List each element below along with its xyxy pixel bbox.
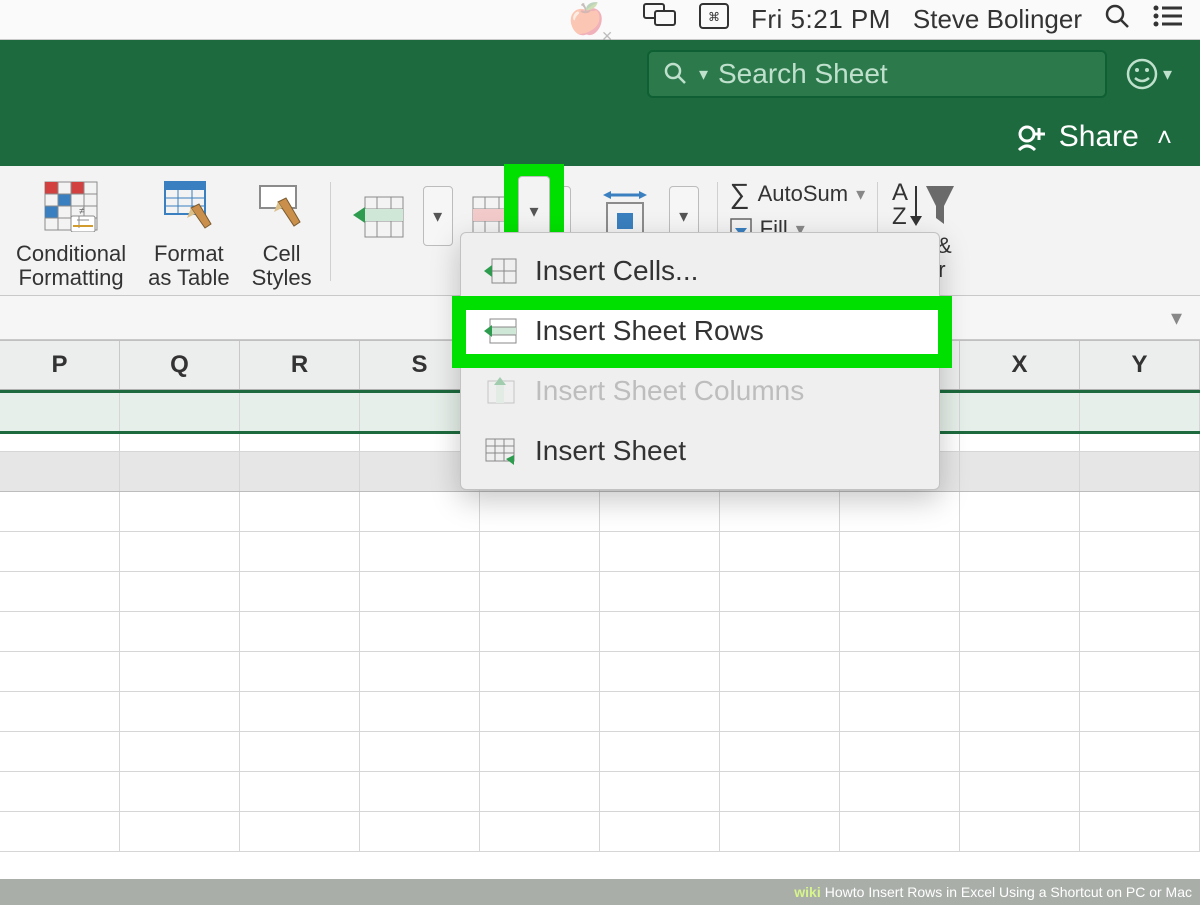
menubar-user[interactable]: Steve Bolinger	[913, 4, 1082, 35]
table-row[interactable]	[0, 492, 1200, 532]
watermark-bar: wiki How to Insert Rows in Excel Using a…	[0, 879, 1200, 905]
watermark-brand-how: How	[825, 884, 853, 900]
insert-sheet-icon	[483, 436, 519, 466]
share-button[interactable]: Share	[1015, 120, 1139, 154]
column-header[interactable]: R	[240, 341, 360, 389]
menu-label: Insert Cells...	[535, 255, 698, 287]
svg-text:≠: ≠	[79, 206, 85, 217]
svg-text:⌘: ⌘	[708, 10, 720, 24]
table-row[interactable]	[0, 612, 1200, 652]
chevron-down-icon: ▾	[433, 206, 442, 227]
excel-titlebar: ▾ Search Sheet	[0, 40, 1200, 108]
table-row[interactable]	[0, 652, 1200, 692]
share-label: Share	[1059, 120, 1139, 154]
expand-formula-bar-icon[interactable]: ▾	[1171, 305, 1182, 331]
excel-ribbonbar: Share ˄	[0, 108, 1200, 166]
insert-dropdown-menu: Insert Cells... Insert Sheet Rows Insert…	[460, 232, 940, 490]
conditional-formatting-button[interactable]: ≠ Conditional Formatting	[6, 172, 136, 291]
menu-insert-sheet[interactable]: Insert Sheet	[461, 421, 939, 481]
table-row[interactable]	[0, 812, 1200, 852]
displays-icon[interactable]	[643, 3, 677, 36]
column-header[interactable]: Y	[1080, 341, 1200, 389]
collapse-ribbon-chevron-icon[interactable]: ˄	[1157, 122, 1172, 153]
table-row[interactable]	[0, 732, 1200, 772]
keyboard-layout-icon[interactable]: ⌘	[699, 3, 729, 36]
menu-label: Insert Sheet	[535, 435, 686, 467]
insert-cells-icon	[483, 256, 519, 286]
conditional-formatting-label: Conditional Formatting	[16, 242, 126, 290]
insert-rows-icon	[483, 316, 519, 346]
menu-label: Insert Sheet Columns	[535, 375, 804, 407]
table-row[interactable]	[0, 572, 1200, 612]
menu-insert-sheet-rows[interactable]: Insert Sheet Rows	[461, 301, 939, 361]
insert-dropdown-button[interactable]: ▾	[423, 186, 453, 246]
mac-menubar: 🍎✕ ⌘ Fri 5:21 PM Steve Bolinger	[0, 0, 1200, 40]
cell-styles-button[interactable]: Cell Styles	[242, 172, 322, 291]
watermark-title: to Insert Rows in Excel Using a Shortcut…	[853, 884, 1192, 900]
chevron-down-icon: ▾	[551, 206, 560, 227]
apple-logo-icon: 🍎✕	[568, 2, 617, 37]
insert-cells-button[interactable]	[349, 186, 409, 246]
menu-insert-cells[interactable]: Insert Cells...	[461, 241, 939, 301]
svg-text:✕: ✕	[517, 199, 525, 224]
menu-insert-sheet-columns: Insert Sheet Columns	[461, 361, 939, 421]
feedback-smile-button[interactable]	[1125, 57, 1172, 91]
cell-styles-label: Cell Styles	[252, 242, 312, 290]
search-sheet-input[interactable]: ▾ Search Sheet	[647, 50, 1107, 98]
table-row[interactable]	[0, 692, 1200, 732]
table-row[interactable]	[0, 532, 1200, 572]
menubar-clock[interactable]: Fri 5:21 PM	[751, 4, 891, 35]
chevron-down-icon: ▾	[679, 206, 688, 227]
svg-text:A: A	[892, 179, 908, 206]
table-row[interactable]	[0, 772, 1200, 812]
insert-columns-icon	[483, 376, 519, 406]
svg-text:Z: Z	[892, 203, 907, 230]
autosum-button[interactable]: ∑ AutoSum	[730, 178, 866, 210]
format-as-table-label: Format as Table	[148, 242, 230, 290]
menu-label: Insert Sheet Rows	[535, 315, 764, 347]
spotlight-search-icon[interactable]	[1104, 3, 1130, 36]
search-placeholder: Search Sheet	[718, 58, 888, 90]
format-as-table-button[interactable]: Format as Table	[138, 172, 240, 291]
chevron-down-icon	[856, 184, 865, 205]
column-header[interactable]: P	[0, 341, 120, 389]
column-header[interactable]: X	[960, 341, 1080, 389]
column-header[interactable]: Q	[120, 341, 240, 389]
chevron-down-icon: ▾	[699, 64, 708, 85]
notification-center-icon[interactable]	[1152, 4, 1182, 35]
watermark-brand: wiki	[794, 884, 820, 900]
sigma-icon: ∑	[730, 178, 750, 210]
autosum-label: AutoSum	[758, 181, 849, 207]
chevron-down-icon	[1163, 64, 1172, 85]
